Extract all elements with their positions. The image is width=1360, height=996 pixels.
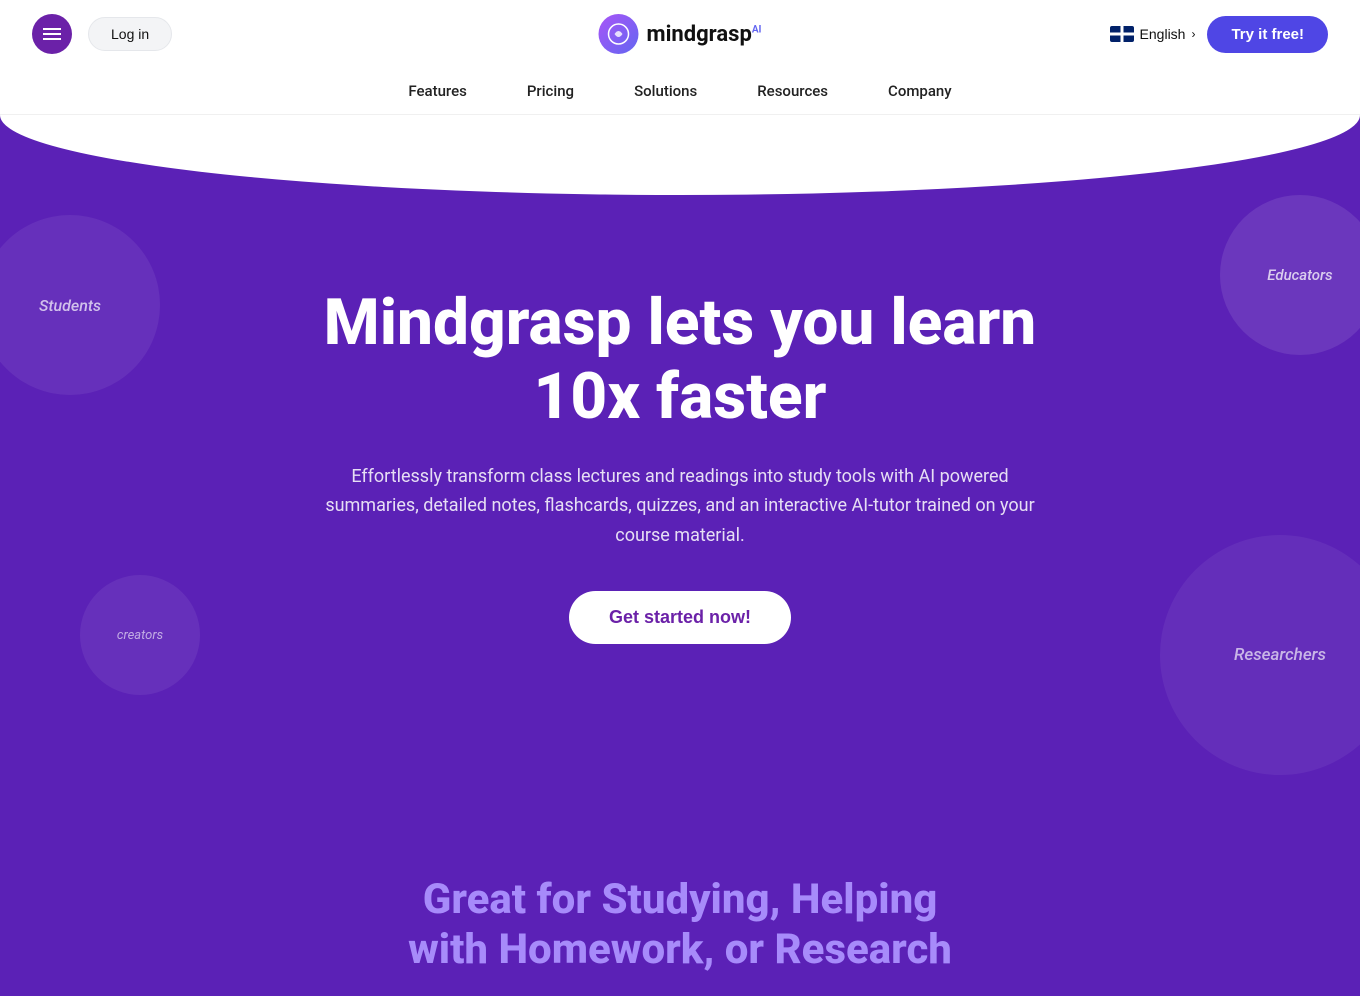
- chevron-right-icon: ›: [1191, 27, 1195, 41]
- logo-text: mindgraspAI: [647, 22, 762, 47]
- logo[interactable]: mindgraspAI: [599, 14, 762, 54]
- students-circle: Students: [0, 215, 160, 395]
- researchers-circle: Researchers: [1160, 535, 1360, 775]
- header: Log in mindgraspAI English › Try it free…: [0, 0, 1360, 68]
- nav-solutions[interactable]: Solutions: [634, 82, 697, 100]
- language-label: English: [1140, 26, 1186, 42]
- educators-label: Educators: [1267, 266, 1332, 284]
- uk-flag-icon: [1110, 26, 1134, 42]
- hero-subtitle: Effortlessly transform class lectures an…: [320, 462, 1040, 551]
- creators-circle: creators: [80, 575, 200, 695]
- menu-button[interactable]: [32, 14, 72, 54]
- bottom-section: Great for Studying, Helping with Homewor…: [0, 835, 1360, 996]
- educators-circle: Educators: [1220, 195, 1360, 355]
- nav-company[interactable]: Company: [888, 82, 952, 100]
- get-started-button[interactable]: Get started now!: [569, 591, 791, 644]
- language-button[interactable]: English ›: [1110, 26, 1196, 42]
- bottom-title: Great for Studying, Helping with Homewor…: [20, 875, 1340, 976]
- header-left: Log in: [32, 14, 172, 54]
- nav-features[interactable]: Features: [408, 82, 466, 100]
- hero-section: Students Educators creators Researchers …: [0, 115, 1360, 835]
- logo-icon: [599, 14, 639, 54]
- header-right: English › Try it free!: [1110, 16, 1328, 53]
- hamburger-icon: [43, 33, 61, 35]
- hero-title: Mindgrasp lets you learn 10x faster: [320, 286, 1040, 433]
- hero-content: Mindgrasp lets you learn 10x faster Effo…: [320, 286, 1040, 643]
- nav-resources[interactable]: Resources: [757, 82, 828, 100]
- nav-pricing[interactable]: Pricing: [527, 82, 574, 100]
- researchers-label: Researchers: [1234, 645, 1326, 665]
- main-nav: Features Pricing Solutions Resources Com…: [0, 68, 1360, 115]
- login-button[interactable]: Log in: [88, 17, 172, 51]
- try-free-button[interactable]: Try it free!: [1207, 16, 1328, 53]
- creators-label: creators: [117, 628, 163, 643]
- students-label: Students: [39, 296, 101, 315]
